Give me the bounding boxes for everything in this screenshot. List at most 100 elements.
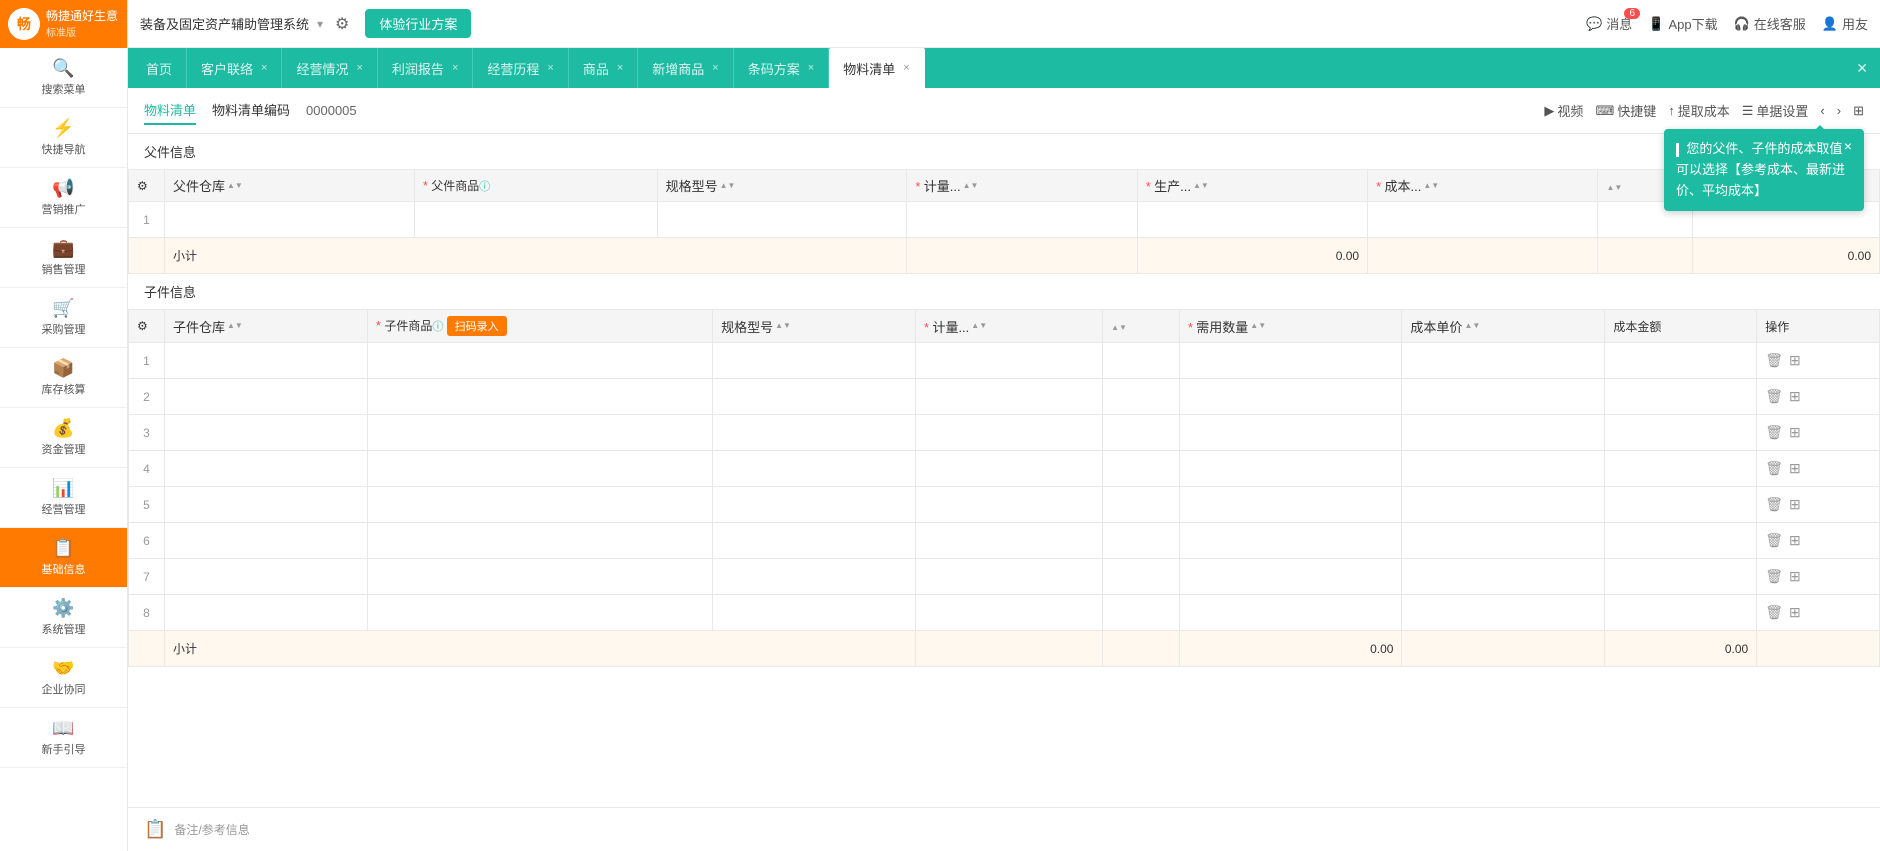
copy-icon-3[interactable]: ⊞	[1789, 424, 1801, 441]
close-tab-button[interactable]: ✕	[1848, 60, 1876, 77]
child-cell-product-8[interactable]	[367, 595, 712, 631]
delete-icon-8[interactable]: 🗑	[1765, 604, 1783, 621]
child-cell-spec-1[interactable]	[713, 343, 916, 379]
child-cell-extra-1[interactable]	[1103, 343, 1180, 379]
scan-input-button[interactable]: 扫码录入	[447, 316, 507, 336]
sidebar-item-system[interactable]: ⚙️系统管理	[0, 588, 127, 648]
tab-customer[interactable]: 客户联络×	[187, 48, 282, 88]
child-cell-unit-2[interactable]	[916, 379, 1103, 415]
child-cell-qty-6[interactable]	[1179, 523, 1402, 559]
child-cell-unit-1[interactable]	[916, 343, 1103, 379]
nav-grid[interactable]: ⊞	[1853, 103, 1864, 119]
delete-icon-1[interactable]: 🗑	[1765, 352, 1783, 369]
child-cell-qty-3[interactable]	[1179, 415, 1402, 451]
child-cell-product-1[interactable]	[367, 343, 712, 379]
child-cell-extra-7[interactable]	[1103, 559, 1180, 595]
copy-icon-1[interactable]: ⊞	[1789, 352, 1801, 369]
child-cell-product-6[interactable]	[367, 523, 712, 559]
child-cell-qty-1[interactable]	[1179, 343, 1402, 379]
tab-goods[interactable]: 商品×	[569, 48, 638, 88]
sidebar-item-guide[interactable]: 📖新手引导	[0, 708, 127, 768]
child-cell-unit-7[interactable]	[916, 559, 1103, 595]
copy-icon-5[interactable]: ⊞	[1789, 496, 1801, 513]
parent-cell-spec[interactable]	[657, 202, 907, 238]
tab-bom[interactable]: 物料清单×	[829, 48, 924, 88]
child-cell-product-2[interactable]	[367, 379, 712, 415]
sub-nav-bom[interactable]: 物料清单	[144, 96, 196, 125]
child-cell-warehouse-6[interactable]	[165, 523, 368, 559]
topbar-gear-icon[interactable]: ⚙	[335, 14, 349, 34]
child-cell-unitprice-5[interactable]	[1402, 487, 1605, 523]
nav-prev[interactable]: ‹	[1820, 103, 1824, 118]
parent-cell-product[interactable]	[414, 202, 657, 238]
app-download-item[interactable]: 📱 App下载	[1648, 14, 1717, 33]
sub-nav-code[interactable]: 物料清单编码	[212, 96, 290, 125]
sidebar-item-purchase[interactable]: 🛒采购管理	[0, 288, 127, 348]
tab-barcode[interactable]: 条码方案×	[734, 48, 829, 88]
child-cell-spec-3[interactable]	[713, 415, 916, 451]
sidebar-item-inventory[interactable]: 📦库存核算	[0, 348, 127, 408]
child-cell-extra-3[interactable]	[1103, 415, 1180, 451]
child-cell-unitprice-8[interactable]	[1402, 595, 1605, 631]
copy-icon-6[interactable]: ⊞	[1789, 532, 1801, 549]
child-cell-warehouse-1[interactable]	[165, 343, 368, 379]
child-cell-unitprice-4[interactable]	[1402, 451, 1605, 487]
shortcut-btn[interactable]: ⌨ 快捷键	[1595, 101, 1656, 120]
tab-profit[interactable]: 利润报告×	[378, 48, 473, 88]
message-icon-item[interactable]: 💬 消息 6	[1586, 14, 1632, 33]
doc-settings-btn[interactable]: ☰ 单据设置	[1742, 101, 1809, 120]
child-cell-unit-4[interactable]	[916, 451, 1103, 487]
child-cell-product-4[interactable]	[367, 451, 712, 487]
child-cell-warehouse-7[interactable]	[165, 559, 368, 595]
child-cell-unit-5[interactable]	[916, 487, 1103, 523]
child-cell-product-3[interactable]	[367, 415, 712, 451]
copy-icon-7[interactable]: ⊞	[1789, 568, 1801, 585]
child-cell-warehouse-3[interactable]	[165, 415, 368, 451]
child-th-gear[interactable]: ⚙	[129, 310, 165, 343]
copy-icon-4[interactable]: ⊞	[1789, 460, 1801, 477]
child-cell-spec-6[interactable]	[713, 523, 916, 559]
child-cell-product-7[interactable]	[367, 559, 712, 595]
user-item[interactable]: 👤 用友	[1822, 14, 1868, 33]
child-cell-qty-5[interactable]	[1179, 487, 1402, 523]
sidebar-item-quicknav[interactable]: ⚡快捷导航	[0, 108, 127, 168]
delete-icon-3[interactable]: 🗑	[1765, 424, 1783, 441]
child-cell-unit-8[interactable]	[916, 595, 1103, 631]
child-cell-product-5[interactable]	[367, 487, 712, 523]
parent-th-gear[interactable]: ⚙	[129, 170, 165, 202]
copy-icon-8[interactable]: ⊞	[1789, 604, 1801, 621]
child-cell-unit-6[interactable]	[916, 523, 1103, 559]
sidebar-item-marketing[interactable]: 📢营销推广	[0, 168, 127, 228]
child-cell-unitprice-7[interactable]	[1402, 559, 1605, 595]
tooltip-close-button[interactable]: ×	[1844, 139, 1852, 153]
child-cell-spec-4[interactable]	[713, 451, 916, 487]
tab-operation[interactable]: 经营情况×	[282, 48, 377, 88]
child-cell-extra-8[interactable]	[1103, 595, 1180, 631]
child-cell-warehouse-5[interactable]	[165, 487, 368, 523]
child-cell-spec-7[interactable]	[713, 559, 916, 595]
child-cell-unitprice-6[interactable]	[1402, 523, 1605, 559]
sidebar-item-finance[interactable]: 💰资金管理	[0, 408, 127, 468]
sidebar-item-sales[interactable]: 💼销售管理	[0, 228, 127, 288]
child-cell-spec-5[interactable]	[713, 487, 916, 523]
child-cell-warehouse-2[interactable]	[165, 379, 368, 415]
sidebar-item-basic[interactable]: 📋基础信息	[0, 528, 127, 588]
child-cell-qty-4[interactable]	[1179, 451, 1402, 487]
tab-home[interactable]: 首页	[132, 48, 187, 88]
parent-cell-unit[interactable]	[907, 202, 1137, 238]
sidebar-item-enterprise[interactable]: 🤝企业协同	[0, 648, 127, 708]
parent-cell-produce[interactable]	[1137, 202, 1367, 238]
delete-icon-7[interactable]: 🗑	[1765, 568, 1783, 585]
child-cell-extra-5[interactable]	[1103, 487, 1180, 523]
nav-next[interactable]: ›	[1837, 103, 1841, 118]
child-cell-qty-7[interactable]	[1179, 559, 1402, 595]
delete-icon-5[interactable]: 🗑	[1765, 496, 1783, 513]
copy-icon-2[interactable]: ⊞	[1789, 388, 1801, 405]
experience-button[interactable]: 体验行业方案	[365, 9, 471, 38]
child-cell-extra-2[interactable]	[1103, 379, 1180, 415]
child-cell-unitprice-1[interactable]	[1402, 343, 1605, 379]
child-cell-unitprice-3[interactable]	[1402, 415, 1605, 451]
parent-cell-cost[interactable]	[1368, 202, 1598, 238]
child-cell-qty-8[interactable]	[1179, 595, 1402, 631]
online-service-item[interactable]: 🎧 在线客服	[1734, 14, 1806, 33]
